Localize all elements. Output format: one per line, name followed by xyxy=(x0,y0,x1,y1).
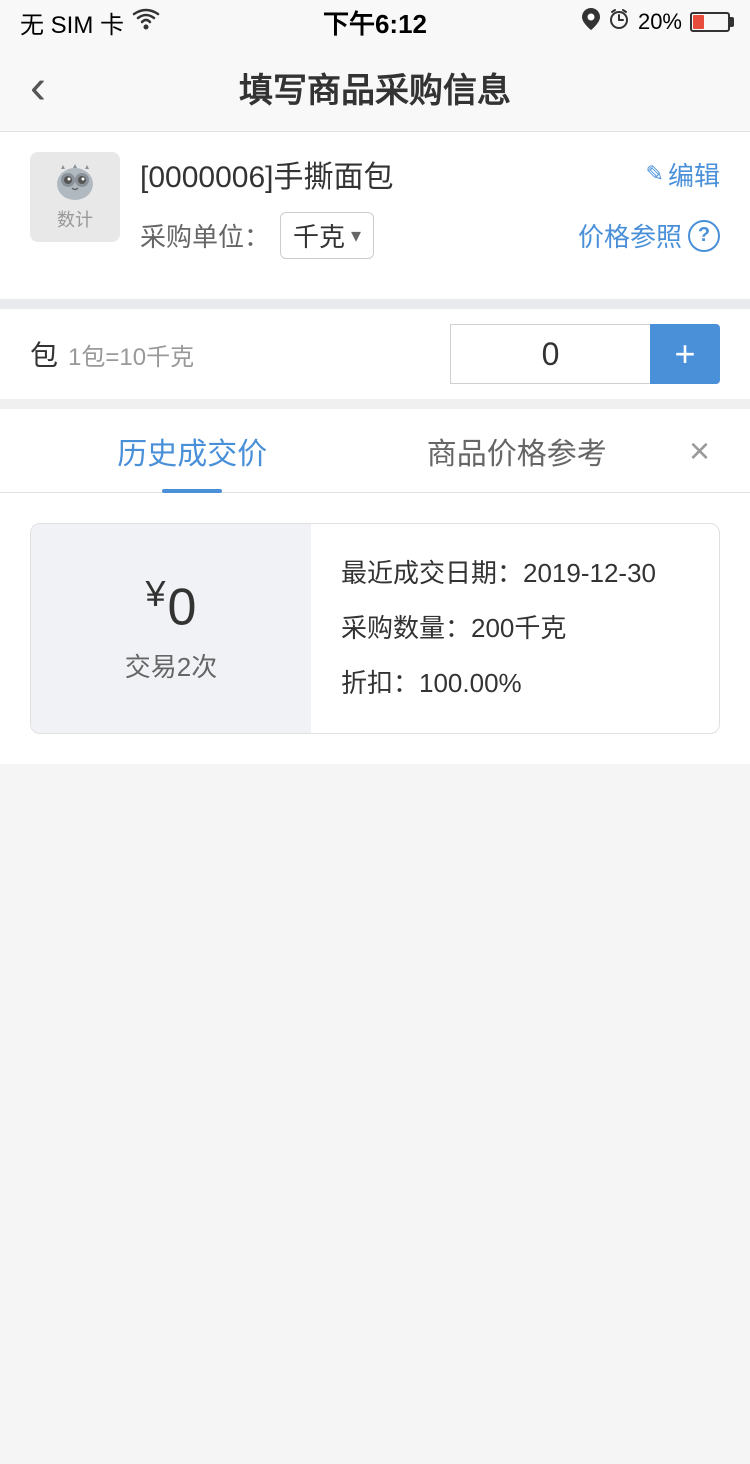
tab-close-button[interactable]: × xyxy=(679,420,720,482)
tab-bar: 历史成交价 商品价格参考 × xyxy=(0,409,750,493)
back-button[interactable]: ‹ xyxy=(20,50,56,125)
unit-label: 采购单位： xyxy=(140,217,270,254)
edit-icon: ✎ xyxy=(646,161,664,187)
history-price: ¥0 xyxy=(146,573,197,637)
product-unit-row: 采购单位： 千克 ▾ 价格参照 ? xyxy=(140,212,720,259)
quantity-input[interactable]: 0 xyxy=(450,324,650,384)
product-name-row: [0000006]手撕面包 ✎ 编辑 xyxy=(140,152,720,196)
nav-title: 填写商品采购信息 xyxy=(239,63,511,112)
tab-price-ref-label: 商品价格参考 xyxy=(427,429,607,473)
help-circle-icon: ? xyxy=(688,220,720,252)
quantity-control: 0 + xyxy=(450,324,720,384)
quantity-unit-label: 包 1包=10千克 xyxy=(30,334,194,374)
history-trade-count: 交易2次 xyxy=(125,647,217,684)
tab-history-price-label: 历史成交价 xyxy=(117,429,267,473)
product-section: 数计 [0000006]手撕面包 ✎ 编辑 采购单位： 千克 ▾ xyxy=(0,132,750,299)
quantity-plus-button[interactable]: + xyxy=(650,324,720,384)
status-time: 下午6:12 xyxy=(323,4,427,41)
recent-date-item: 最近成交日期：2019-12-30 xyxy=(341,554,689,593)
history-card: ¥0 交易2次 最近成交日期：2019-12-30 采购数量：200千克 折扣：… xyxy=(30,523,720,734)
battery-percent: 20% xyxy=(638,9,682,35)
tab-history-price[interactable]: 历史成交价 xyxy=(30,409,354,493)
history-content: ¥0 交易2次 最近成交日期：2019-12-30 采购数量：200千克 折扣：… xyxy=(0,493,750,764)
product-name: [0000006]手撕面包 xyxy=(140,152,393,196)
quantity-row: 包 1包=10千克 0 + xyxy=(0,309,750,399)
section-divider xyxy=(0,299,750,309)
tab-section: 历史成交价 商品价格参考 × ¥0 交易2次 最近成交日期：2019-12-30 xyxy=(0,409,750,764)
status-bar: 无 SIM 卡 下午6:12 xyxy=(0,0,750,44)
history-card-left: ¥0 交易2次 xyxy=(31,524,311,733)
edit-button[interactable]: ✎ 编辑 xyxy=(646,156,720,193)
qty-conversion: 1包=10千克 xyxy=(68,337,194,372)
main-content xyxy=(0,764,750,1464)
carrier-text: 无 SIM 卡 xyxy=(20,5,124,40)
wifi-icon xyxy=(132,8,160,37)
history-card-right: 最近成交日期：2019-12-30 采购数量：200千克 折扣：100.00% xyxy=(311,524,719,733)
chevron-down-icon: ▾ xyxy=(351,223,361,248)
product-thumbnail: 数计 xyxy=(30,152,120,242)
product-info: [0000006]手撕面包 ✎ 编辑 采购单位： 千克 ▾ 价格参照 ? xyxy=(140,152,720,259)
tab-active-indicator xyxy=(162,489,222,493)
alarm-icon xyxy=(608,8,630,36)
discount-item: 折扣：100.00% xyxy=(341,664,689,703)
unit-select[interactable]: 千克 ▾ xyxy=(280,212,374,259)
purchase-qty-item: 采购数量：200千克 xyxy=(341,609,689,648)
status-right: 20% xyxy=(582,8,730,36)
thumbnail-text: 数计 xyxy=(57,206,93,232)
status-left: 无 SIM 卡 xyxy=(20,5,160,40)
qty-unit-badge: 包 xyxy=(30,334,58,374)
location-icon xyxy=(582,8,600,36)
currency-symbol: ¥ xyxy=(146,573,166,614)
product-header: 数计 [0000006]手撕面包 ✎ 编辑 采购单位： 千克 ▾ xyxy=(30,152,720,259)
battery-icon xyxy=(690,12,730,32)
nav-bar: ‹ 填写商品采购信息 xyxy=(0,44,750,132)
price-ref-button[interactable]: 价格参照 ? xyxy=(578,217,720,254)
tab-price-ref[interactable]: 商品价格参考 xyxy=(354,409,678,493)
